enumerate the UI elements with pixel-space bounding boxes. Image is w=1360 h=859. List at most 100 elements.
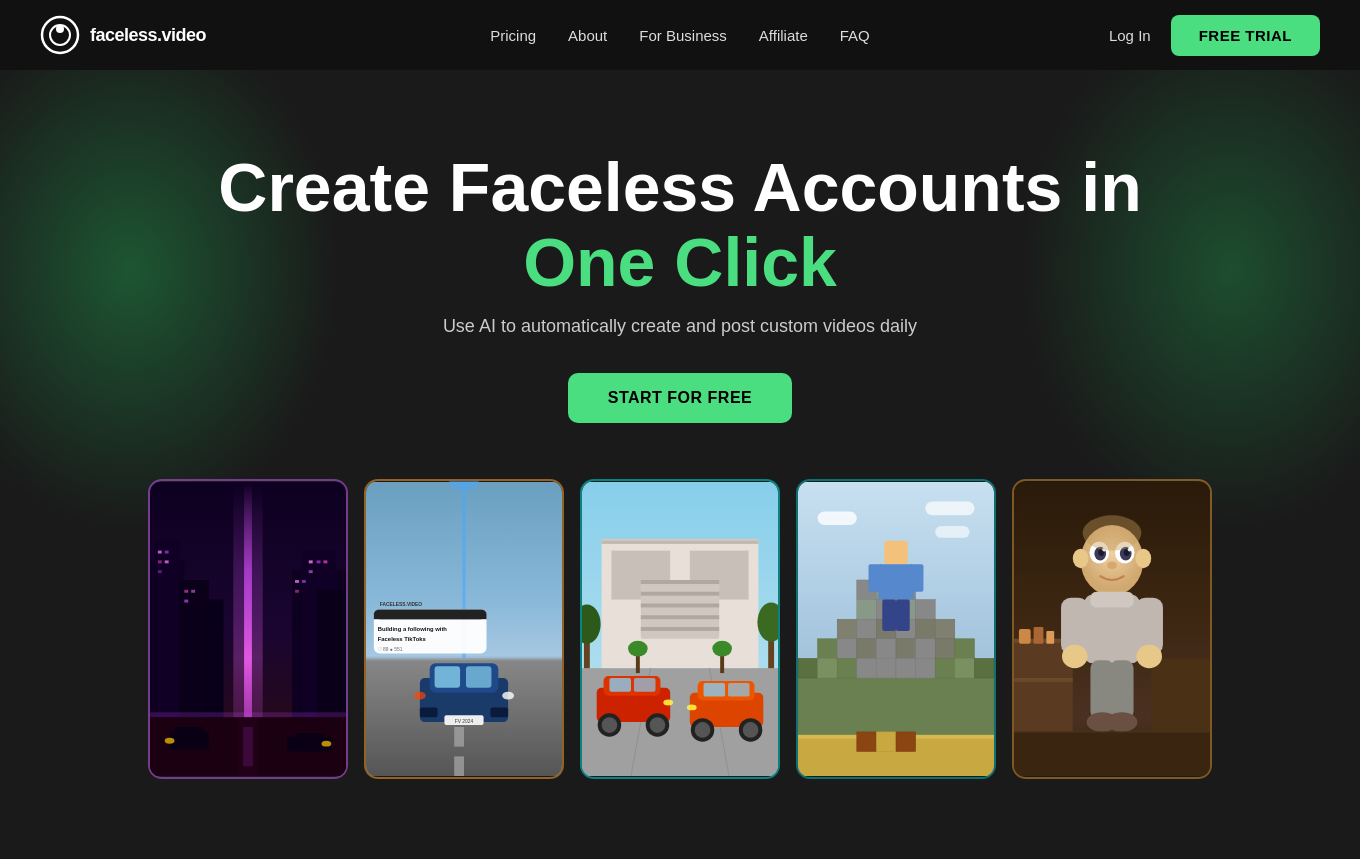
svg-rect-114 [837, 619, 857, 639]
svg-rect-127 [955, 638, 975, 658]
logo-icon [40, 15, 80, 55]
svg-rect-25 [317, 560, 321, 563]
svg-point-35 [165, 737, 175, 743]
svg-text:Building a following with: Building a following with [378, 626, 448, 632]
svg-rect-52 [490, 707, 508, 717]
svg-rect-141 [910, 564, 924, 591]
card-cyberpunk [148, 479, 348, 779]
logo-link[interactable]: faceless.video [40, 15, 206, 55]
svg-rect-140 [869, 564, 883, 591]
svg-rect-130 [837, 658, 857, 678]
svg-rect-123 [876, 638, 896, 658]
svg-rect-125 [916, 638, 936, 658]
video-cards-row: FV 2024 FACELESS.VIDEO Building a follow… [80, 479, 1280, 779]
svg-point-104 [712, 640, 732, 656]
svg-rect-121 [837, 638, 857, 658]
svg-point-36 [322, 740, 332, 746]
svg-rect-70 [641, 591, 719, 595]
card-luxury-cars [580, 479, 780, 779]
svg-rect-84 [634, 678, 656, 692]
svg-rect-113 [916, 599, 936, 619]
svg-point-82 [650, 717, 666, 733]
svg-rect-149 [818, 511, 857, 525]
card-minecraft [796, 479, 996, 779]
svg-rect-22 [302, 580, 306, 583]
login-button[interactable]: Log In [1109, 27, 1151, 44]
nav-for-business[interactable]: For Business [639, 27, 727, 44]
svg-rect-133 [896, 658, 916, 678]
start-for-free-button[interactable]: START FOR FREE [568, 373, 792, 423]
svg-point-53 [502, 691, 514, 699]
svg-rect-180 [1110, 660, 1134, 719]
svg-text:FACELESS.VIDEO: FACELESS.VIDEO [380, 602, 423, 607]
svg-rect-50 [466, 666, 491, 688]
svg-point-171 [1136, 548, 1152, 568]
svg-rect-93 [728, 682, 750, 696]
svg-rect-142 [882, 599, 896, 630]
navbar: faceless.video Pricing About For Busines… [0, 0, 1360, 70]
svg-point-80 [602, 717, 618, 733]
svg-point-172 [1083, 515, 1142, 550]
nav-pricing[interactable]: Pricing [490, 27, 536, 44]
svg-rect-126 [935, 638, 955, 658]
svg-rect-157 [1019, 629, 1031, 644]
hero-section: Create Faceless Accounts in One Click Us… [0, 70, 1360, 859]
svg-rect-37 [150, 712, 346, 717]
svg-text:FV 2024: FV 2024 [455, 719, 474, 724]
svg-rect-150 [925, 501, 974, 515]
svg-rect-24 [309, 560, 313, 563]
svg-point-0 [42, 17, 78, 53]
svg-rect-119 [935, 619, 955, 639]
svg-rect-42 [454, 727, 464, 747]
svg-rect-20 [184, 599, 188, 602]
svg-rect-19 [191, 589, 195, 592]
svg-rect-71 [641, 603, 719, 607]
svg-text:♡ 89  ● 551: ♡ 89 ● 551 [378, 646, 403, 651]
svg-rect-83 [609, 678, 631, 692]
svg-rect-16 [165, 560, 169, 563]
svg-rect-151 [935, 526, 969, 538]
nav-right: Log In FREE TRIAL [1109, 15, 1320, 56]
svg-rect-14 [165, 550, 169, 553]
svg-point-94 [687, 704, 697, 710]
nav-about[interactable]: About [568, 27, 607, 44]
svg-rect-69 [641, 580, 719, 584]
card-highway: FV 2024 FACELESS.VIDEO Building a follow… [364, 479, 564, 779]
svg-rect-146 [857, 731, 877, 751]
svg-rect-73 [641, 627, 719, 631]
svg-rect-134 [916, 658, 936, 678]
svg-rect-137 [974, 658, 994, 678]
svg-rect-138 [884, 540, 908, 564]
svg-point-177 [1062, 644, 1087, 668]
svg-point-168 [1128, 547, 1132, 551]
svg-rect-21 [295, 580, 299, 583]
svg-rect-26 [323, 560, 327, 563]
nav-faq[interactable]: FAQ [840, 27, 870, 44]
cyberpunk-illustration [150, 481, 346, 777]
svg-rect-18 [184, 589, 188, 592]
hero-title: Create Faceless Accounts in One Click [218, 150, 1141, 300]
svg-rect-143 [896, 599, 910, 630]
luxury-cars-illustration [582, 481, 778, 777]
svg-point-91 [743, 722, 759, 738]
svg-rect-115 [857, 619, 877, 639]
svg-rect-156 [1014, 678, 1073, 682]
nav-affiliate[interactable]: Affiliate [759, 27, 808, 44]
svg-rect-148 [896, 731, 916, 751]
svg-rect-32 [175, 727, 204, 739]
svg-rect-92 [704, 682, 726, 696]
svg-rect-183 [1014, 731, 1210, 775]
svg-rect-110 [857, 599, 877, 619]
free-trial-button[interactable]: FREE TRIAL [1171, 15, 1320, 56]
svg-point-169 [1107, 561, 1117, 569]
svg-rect-158 [1034, 627, 1044, 644]
hero-subtitle: Use AI to automatically create and post … [443, 316, 917, 337]
svg-point-170 [1073, 548, 1089, 568]
minecraft-illustration [798, 481, 994, 777]
svg-rect-27 [309, 570, 313, 573]
svg-rect-15 [158, 560, 162, 563]
svg-point-85 [663, 699, 673, 705]
hero-title-white: Create Faceless Accounts in [218, 149, 1141, 225]
3d-child-illustration [1014, 481, 1210, 777]
svg-rect-147 [876, 731, 896, 751]
